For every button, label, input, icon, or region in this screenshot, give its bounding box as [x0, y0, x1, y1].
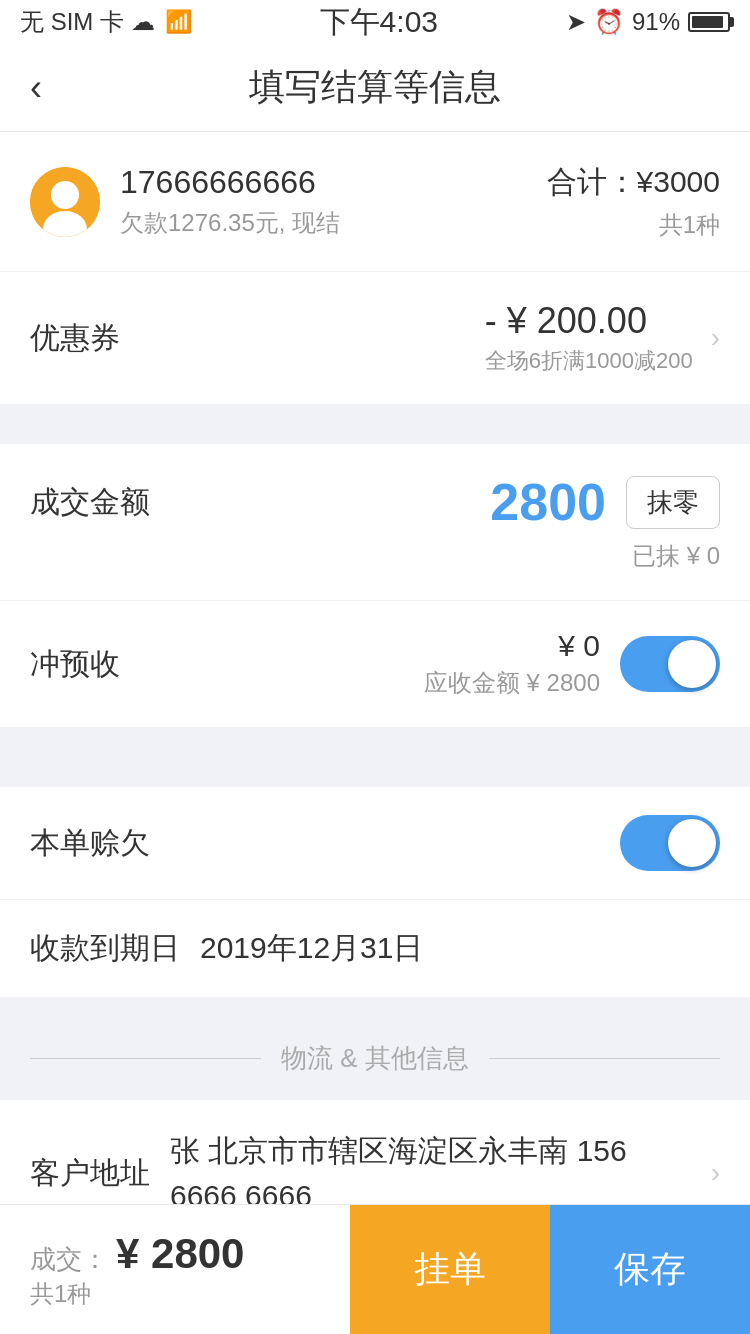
- section-divider-2: [0, 747, 750, 767]
- deal-sub: 已抹 ¥ 0: [30, 540, 720, 572]
- pre-receive-section: 冲预收 ¥ 0 应收金额 ¥ 2800: [0, 600, 750, 727]
- hold-button[interactable]: 挂单: [350, 1205, 550, 1335]
- due-date-label: 收款到期日: [30, 928, 180, 969]
- debt-toggle-knob: [668, 819, 716, 867]
- debt-section: 本单赊欠: [0, 787, 750, 899]
- svg-point-1: [51, 181, 79, 209]
- debt-toggle[interactable]: [620, 815, 720, 871]
- bottom-count: 共1种: [30, 1278, 320, 1310]
- pre-right: ¥ 0 应收金额 ¥ 2800: [424, 629, 720, 699]
- coupon-chevron-icon: ›: [711, 322, 720, 354]
- status-left: 无 SIM 卡 ☁ 📶: [20, 6, 192, 38]
- status-time: 下午4:03: [320, 2, 438, 43]
- section-divider-1: [0, 424, 750, 444]
- page-title: 填写结算等信息: [249, 63, 501, 112]
- total-count: 共1种: [547, 209, 720, 241]
- pre-row: 冲预收 ¥ 0 应收金额 ¥ 2800: [30, 629, 720, 699]
- back-button[interactable]: ‹: [30, 67, 90, 109]
- deal-right: 2800 抹零: [490, 472, 720, 532]
- divider-line-left: [30, 1058, 261, 1059]
- coupon-detail: 全场6折满1000减200: [485, 346, 693, 376]
- due-date-row: 收款到期日 2019年12月31日: [30, 928, 720, 969]
- alarm-icon: ⏰: [594, 8, 624, 36]
- bottom-deal-label: 成交：: [30, 1242, 108, 1277]
- pre-receive-toggle[interactable]: [620, 636, 720, 692]
- coupon-row[interactable]: 优惠券 - ¥ 200.00 全场6折满1000减200 ›: [0, 271, 750, 404]
- main-content: 17666666666 欠款1276.35元, 现结 合计：¥3000 共1种 …: [0, 132, 750, 1334]
- coupon-discount: - ¥ 200.00: [485, 300, 693, 342]
- due-date-value: 2019年12月31日: [200, 928, 423, 969]
- battery-icon: [688, 12, 730, 32]
- status-bar: 无 SIM 卡 ☁ 📶 下午4:03 ➤ ⏰ 91%: [0, 0, 750, 44]
- battery-percent: 91%: [632, 8, 680, 36]
- deal-label: 成交金额: [30, 482, 150, 523]
- total-amount: 合计：¥3000: [547, 162, 720, 203]
- customer-left: 17666666666 欠款1276.35元, 现结: [30, 164, 340, 239]
- save-button[interactable]: 保存: [550, 1205, 750, 1335]
- deal-row: 成交金额 2800 抹零: [30, 472, 720, 532]
- wifi-icon: 📶: [165, 9, 192, 35]
- pre-amount: ¥ 0: [424, 629, 600, 663]
- due-date-section: 收款到期日 2019年12月31日: [0, 899, 750, 997]
- pre-sub: 应收金额 ¥ 2800: [424, 667, 600, 699]
- coupon-label: 优惠券: [30, 318, 120, 359]
- deal-section: 成交金额 2800 抹零 已抹 ¥ 0: [0, 444, 750, 600]
- avatar: [30, 167, 100, 237]
- address-chevron-icon: ›: [711, 1157, 720, 1189]
- customer-card: 17666666666 欠款1276.35元, 现结 合计：¥3000 共1种 …: [0, 132, 750, 404]
- customer-info: 17666666666 欠款1276.35元, 现结: [120, 164, 340, 239]
- customer-phone: 17666666666: [120, 164, 340, 201]
- battery-fill: [692, 16, 723, 28]
- toggle-knob: [668, 640, 716, 688]
- address-label: 客户地址: [30, 1153, 150, 1194]
- bottom-info: 成交： ¥ 2800 共1种: [0, 1230, 350, 1310]
- debt-card: 本单赊欠 收款到期日 2019年12月31日: [0, 787, 750, 997]
- nav-bar: ‹ 填写结算等信息: [0, 44, 750, 132]
- no-sim-label: 无 SIM 卡 ☁: [20, 6, 155, 38]
- logistics-divider: 物流 & 其他信息: [0, 1017, 750, 1100]
- bottom-bar: 成交： ¥ 2800 共1种 挂单 保存: [0, 1204, 750, 1334]
- customer-right: 合计：¥3000 共1种: [547, 162, 720, 241]
- pre-receive-label: 冲预收: [30, 644, 120, 685]
- divider-line-right: [489, 1058, 720, 1059]
- debt-label: 本单赊欠: [30, 823, 150, 864]
- deal-card: 成交金额 2800 抹零 已抹 ¥ 0 冲预收 ¥ 0 应收金额 ¥ 2800: [0, 444, 750, 727]
- bottom-deal-row: 成交： ¥ 2800: [30, 1230, 320, 1278]
- bottom-deal-amount: ¥ 2800: [116, 1230, 244, 1278]
- logistics-text: 物流 & 其他信息: [281, 1041, 469, 1076]
- location-icon: ➤: [566, 8, 586, 36]
- customer-debt: 欠款1276.35元, 现结: [120, 207, 340, 239]
- status-right: ➤ ⏰ 91%: [566, 8, 730, 36]
- deal-amount: 2800: [490, 472, 606, 532]
- round-off-button[interactable]: 抹零: [626, 476, 720, 529]
- coupon-right: - ¥ 200.00 全场6折满1000减200 ›: [485, 300, 720, 376]
